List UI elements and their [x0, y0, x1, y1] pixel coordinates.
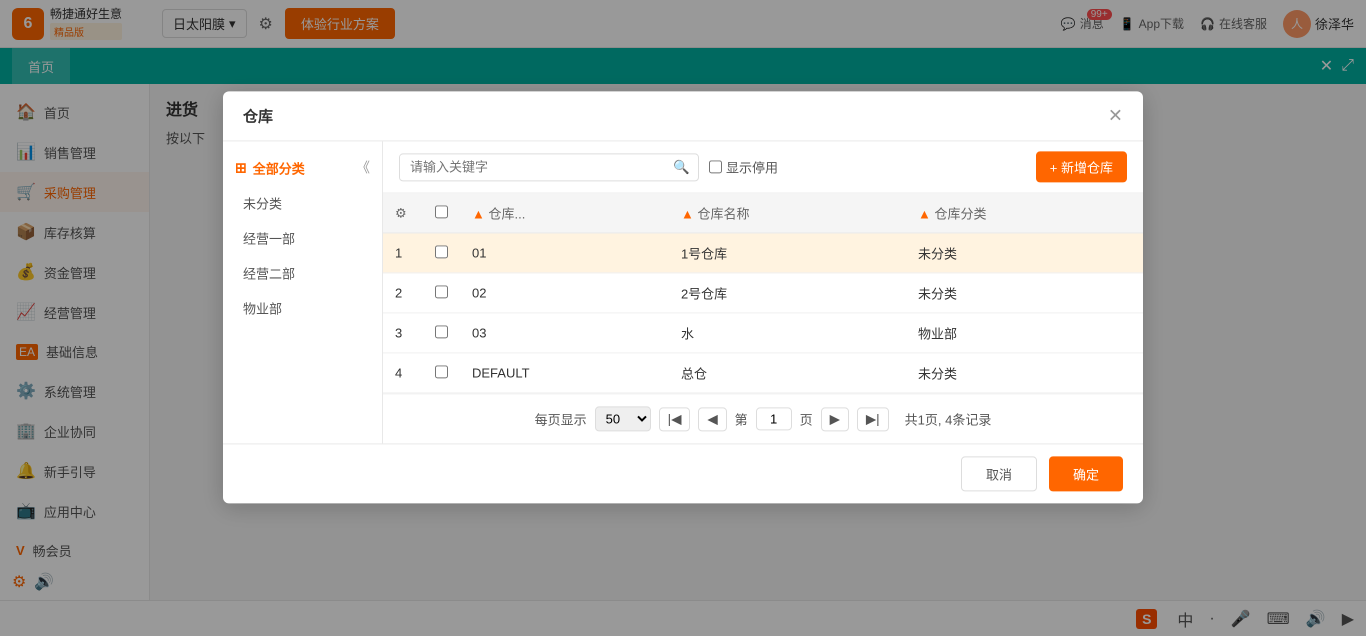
table-body: 1 01 1号仓库 未分类 2 02 2号仓库 未分类 3 03 水 物业部 4…: [383, 233, 1143, 393]
page-unit: 页: [800, 409, 813, 428]
row-checkbox[interactable]: [423, 313, 460, 353]
gear-icon: ⚙: [395, 205, 407, 220]
table-area: 🔍 显示停用 + 新增仓库 ⚙: [383, 141, 1143, 443]
warehouse-modal: 仓库 ✕ ⊞ 全部分类 《 未分类 经营一部 经营二部 物业部: [223, 91, 1143, 503]
warehouse-table: ⚙ ▲ 仓库... ▲ 仓库名称: [383, 193, 1143, 393]
row-index: 3: [383, 313, 423, 353]
row-index: 4: [383, 353, 423, 393]
show-disabled-checkbox[interactable]: [709, 160, 722, 173]
th-checkbox: [423, 193, 460, 233]
search-input[interactable]: [400, 154, 665, 179]
th-code: ▲ 仓库...: [460, 193, 669, 233]
row-code: 01: [460, 233, 669, 273]
sort-icon-cat: ▲: [918, 206, 931, 221]
table-row[interactable]: 4 DEFAULT 总仓 未分类: [383, 353, 1143, 393]
row-category: 未分类: [906, 233, 1143, 273]
category-property[interactable]: 物业部: [223, 290, 382, 325]
modal-body: ⊞ 全部分类 《 未分类 经营一部 经营二部 物业部 🔍: [223, 141, 1143, 443]
row-category: 物业部: [906, 313, 1143, 353]
row-name: 水: [669, 313, 906, 353]
row-category: 未分类: [906, 273, 1143, 313]
row-name: 1号仓库: [669, 233, 906, 273]
collapse-button[interactable]: 《: [356, 157, 370, 177]
row-name: 总仓: [669, 353, 906, 393]
category-all[interactable]: ⊞ 全部分类 《: [223, 149, 382, 185]
row-code: 02: [460, 273, 669, 313]
page-next-button[interactable]: ▶: [821, 407, 849, 431]
table-row[interactable]: 2 02 2号仓库 未分类: [383, 273, 1143, 313]
row-code: 03: [460, 313, 669, 353]
row-index: 2: [383, 273, 423, 313]
page-label: 第: [735, 409, 748, 428]
th-name: ▲ 仓库名称: [669, 193, 906, 233]
row-checkbox[interactable]: [423, 233, 460, 273]
category-unclassified[interactable]: 未分类: [223, 185, 382, 220]
select-all-checkbox[interactable]: [435, 205, 448, 218]
show-disabled-text: 显示停用: [726, 157, 778, 176]
table-toolbar: 🔍 显示停用 + 新增仓库: [383, 141, 1143, 193]
row-category: 未分类: [906, 353, 1143, 393]
table-row[interactable]: 1 01 1号仓库 未分类: [383, 233, 1143, 273]
th-category: ▲ 仓库分类: [906, 193, 1143, 233]
data-table: ⚙ ▲ 仓库... ▲ 仓库名称: [383, 193, 1143, 393]
page-input[interactable]: [756, 407, 792, 430]
row-name: 2号仓库: [669, 273, 906, 313]
th-gear: ⚙: [383, 193, 423, 233]
category-operations-2[interactable]: 经营二部: [223, 255, 382, 290]
table-row[interactable]: 3 03 水 物业部: [383, 313, 1143, 353]
search-box: 🔍: [399, 153, 699, 181]
modal-footer: 取消 确定: [223, 443, 1143, 503]
row-index: 1: [383, 233, 423, 273]
category-operations-1[interactable]: 经营一部: [223, 220, 382, 255]
page-prev-button[interactable]: ◀: [698, 407, 726, 431]
search-button[interactable]: 🔍: [665, 154, 698, 180]
confirm-button[interactable]: 确定: [1049, 456, 1123, 491]
row-code: DEFAULT: [460, 353, 669, 393]
add-warehouse-button[interactable]: + 新增仓库: [1036, 151, 1127, 182]
cancel-button[interactable]: 取消: [961, 456, 1037, 491]
modal-title: 仓库: [243, 105, 273, 126]
pagination: 每页显示 50 100 |◀ ◀ 第 页 ▶ ▶| 共1页, 4条记录: [383, 393, 1143, 443]
sort-icon-name: ▲: [681, 206, 694, 221]
modal-close-button[interactable]: ✕: [1108, 105, 1123, 126]
page-total: 共1页, 4条记录: [905, 409, 992, 428]
show-disabled-label: 显示停用: [709, 157, 778, 176]
row-checkbox[interactable]: [423, 353, 460, 393]
page-first-button[interactable]: |◀: [659, 407, 691, 431]
page-last-button[interactable]: ▶|: [857, 407, 889, 431]
modal-header: 仓库 ✕: [223, 91, 1143, 141]
category-sidebar: ⊞ 全部分类 《 未分类 经营一部 经营二部 物业部: [223, 141, 383, 443]
row-checkbox[interactable]: [423, 273, 460, 313]
sort-icon: ▲: [472, 206, 485, 221]
page-size-label: 每页显示: [535, 409, 587, 428]
page-size-select[interactable]: 50 100: [595, 406, 651, 431]
category-all-label: 全部分类: [253, 158, 305, 177]
grid-icon: ⊞: [235, 159, 247, 176]
